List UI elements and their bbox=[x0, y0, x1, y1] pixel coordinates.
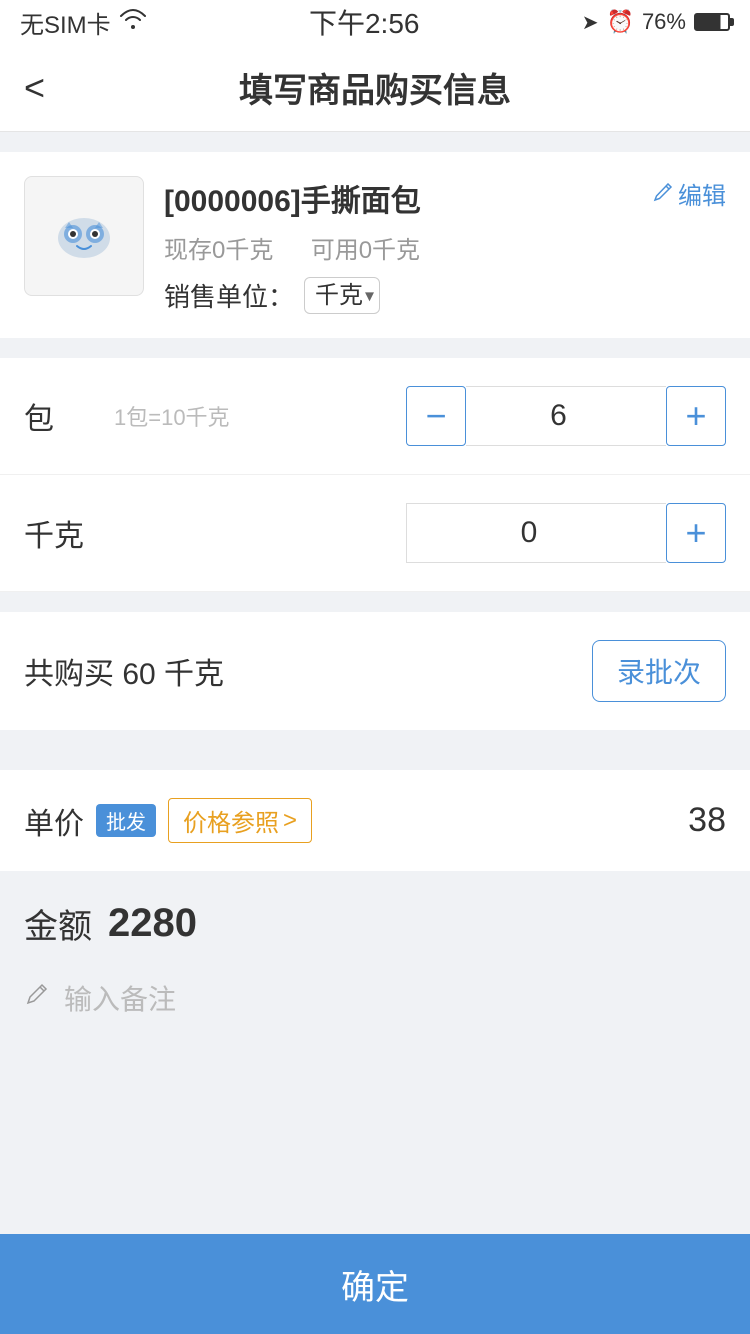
status-time: 下午2:56 bbox=[309, 2, 420, 42]
amount-row: 金额 2280 bbox=[24, 899, 726, 948]
total-section: 共购买 60 千克 录批次 bbox=[0, 612, 750, 730]
wifi-icon bbox=[119, 8, 147, 36]
product-section: [0000006]手撕面包 现存0千克 可用0千克 销售单位： 千克 编辑 bbox=[0, 152, 750, 338]
battery-icon bbox=[694, 13, 730, 31]
price-value: 38 bbox=[688, 801, 726, 840]
package-row: 包 1包=10千克 − + bbox=[0, 358, 750, 475]
price-ref-button[interactable]: 价格参照 > bbox=[168, 798, 312, 843]
kg-qty-control: + bbox=[406, 503, 726, 563]
carrier-label: 无SIM卡 bbox=[20, 5, 111, 40]
status-left: 无SIM卡 bbox=[20, 5, 147, 40]
package-label: 包 bbox=[24, 394, 104, 438]
price-tag-pifa: 批发 bbox=[96, 804, 156, 837]
unit-label: 销售单位： bbox=[164, 277, 294, 314]
owl-logo-icon bbox=[49, 206, 119, 266]
price-ref-label: 价格参照 bbox=[183, 803, 279, 838]
price-ref-arrow: > bbox=[283, 807, 297, 835]
batch-button[interactable]: 录批次 bbox=[592, 640, 726, 702]
back-button[interactable]: < bbox=[24, 67, 45, 109]
available-label: 可用0千克 bbox=[311, 237, 420, 264]
nav-bar: < 填写商品购买信息 bbox=[0, 44, 750, 132]
note-placeholder: 输入备注 bbox=[64, 978, 176, 1018]
package-hint: 1包=10千克 bbox=[114, 400, 406, 432]
status-bar: 无SIM卡 下午2:56 ➤ ⏰ 76% bbox=[0, 0, 750, 44]
product-info: [0000006]手撕面包 现存0千克 可用0千克 销售单位： 千克 bbox=[164, 176, 726, 314]
stock-label: 现存0千克 bbox=[164, 237, 273, 264]
edit-icon bbox=[652, 183, 674, 205]
price-section: 单价 批发 价格参照 > 38 bbox=[0, 770, 750, 871]
kg-plus-btn[interactable]: + bbox=[666, 503, 726, 563]
battery-percent: 76% bbox=[642, 9, 686, 35]
product-stock: 现存0千克 可用0千克 bbox=[164, 230, 726, 265]
unit-select-wrap[interactable]: 千克 bbox=[304, 277, 380, 314]
note-icon bbox=[24, 981, 52, 1016]
amount-section: 金额 2280 输入备注 bbox=[0, 871, 750, 1028]
product-name: [0000006]手撕面包 bbox=[164, 176, 726, 220]
status-right: ➤ ⏰ 76% bbox=[582, 9, 730, 35]
product-image bbox=[24, 176, 144, 296]
page-title: 填写商品购买信息 bbox=[239, 63, 511, 112]
separator bbox=[0, 730, 750, 750]
package-qty-input[interactable] bbox=[466, 386, 666, 446]
package-minus-btn[interactable]: − bbox=[406, 386, 466, 446]
kg-row: 千克 + bbox=[0, 475, 750, 592]
edit-button[interactable]: 编辑 bbox=[652, 176, 726, 211]
package-plus-btn[interactable]: + bbox=[666, 386, 726, 446]
total-label: 共购买 60 千克 bbox=[24, 649, 224, 693]
confirm-button[interactable]: 确定 bbox=[0, 1234, 750, 1334]
alarm-icon: ⏰ bbox=[607, 9, 634, 35]
location-icon: ➤ bbox=[582, 10, 599, 35]
product-unit-row: 销售单位： 千克 bbox=[164, 277, 726, 314]
amount-value: 2280 bbox=[108, 901, 197, 946]
kg-qty-input[interactable] bbox=[406, 503, 666, 563]
unit-select[interactable]: 千克 bbox=[304, 277, 380, 314]
package-qty-control: − + bbox=[406, 386, 726, 446]
price-label: 单价 bbox=[24, 799, 84, 843]
edit-label: 编辑 bbox=[678, 176, 726, 211]
note-row[interactable]: 输入备注 bbox=[24, 968, 726, 1028]
kg-label: 千克 bbox=[24, 511, 104, 555]
amount-label: 金额 bbox=[24, 899, 92, 948]
package-section: 包 1包=10千克 − + 千克 + bbox=[0, 358, 750, 592]
